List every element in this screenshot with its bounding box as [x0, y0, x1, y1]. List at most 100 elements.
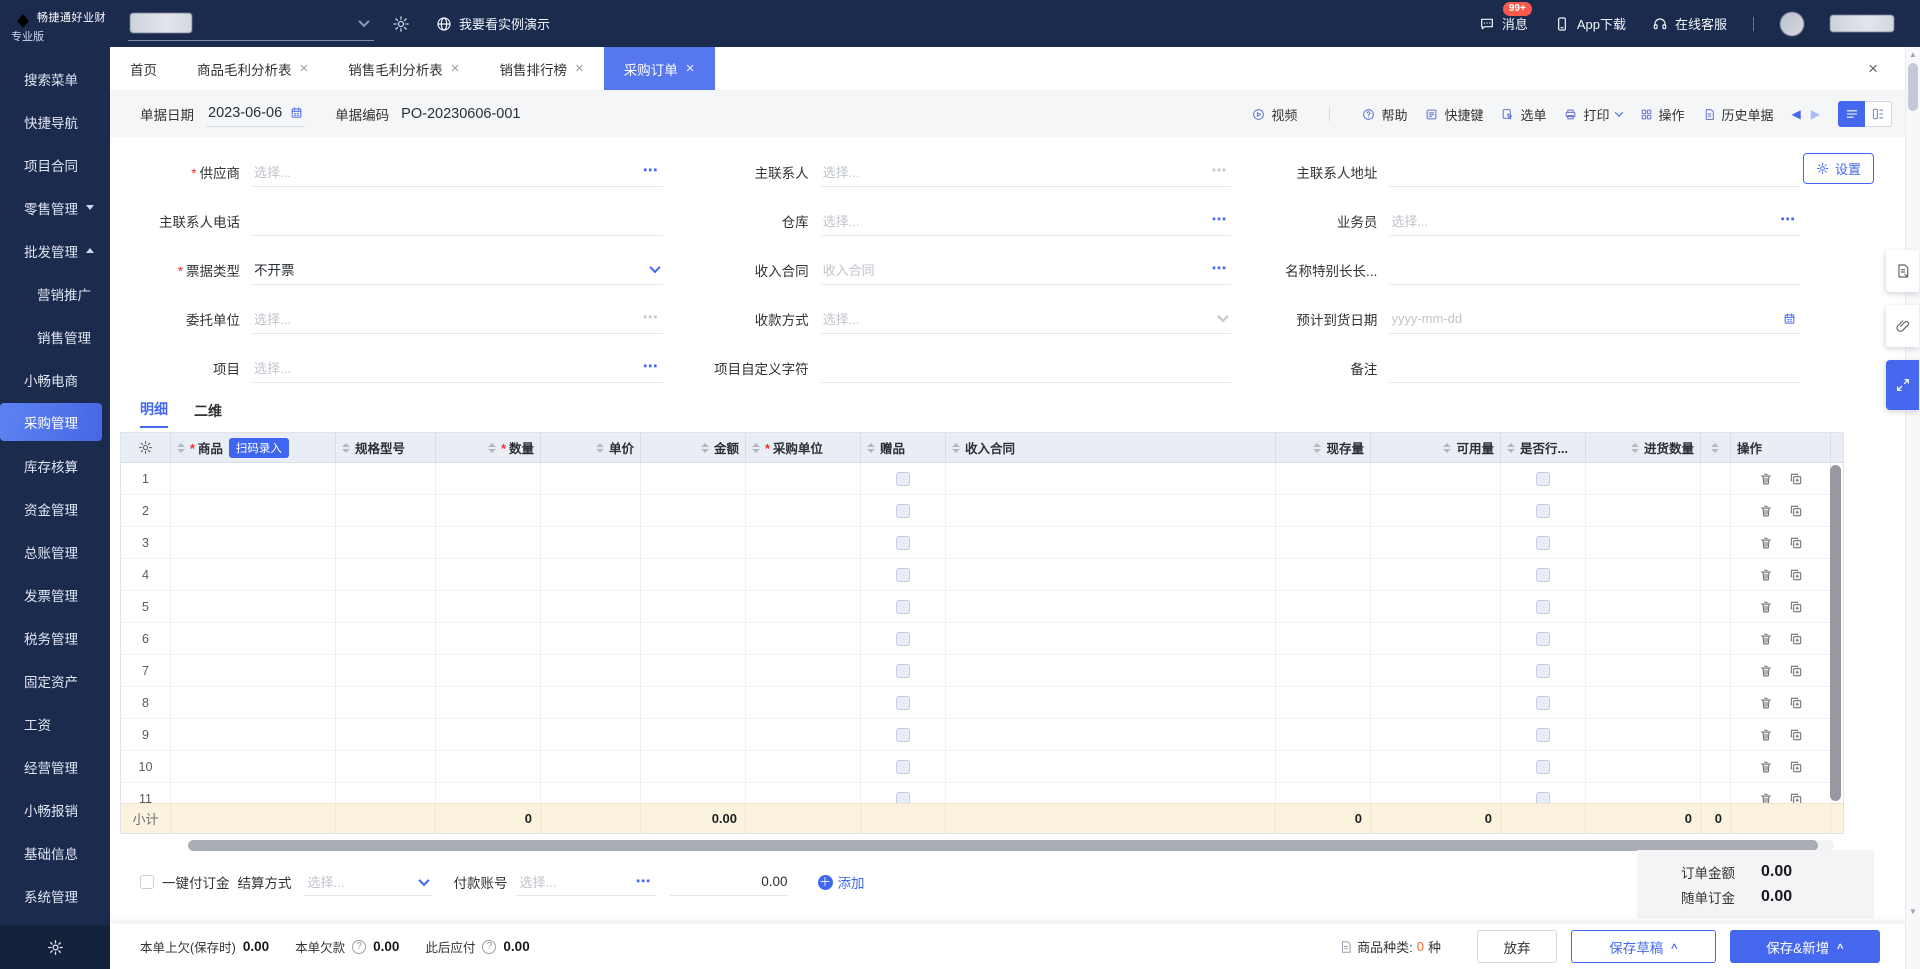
table-cell[interactable]	[1701, 783, 1731, 803]
save-draft-button[interactable]: 保存草稿 ∧	[1571, 930, 1716, 963]
table-cell[interactable]	[436, 719, 541, 750]
table-cell[interactable]	[861, 527, 946, 558]
field-input[interactable]: 选择... ⋯	[820, 206, 1232, 236]
table-cell[interactable]	[946, 655, 1276, 686]
table-cell[interactable]	[436, 687, 541, 718]
table-cell[interactable]	[861, 559, 946, 590]
table-cell[interactable]	[436, 623, 541, 654]
table-horizontal-scrollbar[interactable]	[188, 840, 1834, 851]
table-cell[interactable]	[1701, 495, 1731, 526]
column-header[interactable]: * 采购单位	[746, 433, 861, 462]
trash-icon[interactable]	[1759, 536, 1773, 550]
table-cell[interactable]	[1501, 655, 1586, 686]
trash-icon[interactable]	[1759, 664, 1773, 678]
checkbox[interactable]	[896, 663, 910, 678]
checkbox[interactable]	[896, 599, 910, 614]
tab[interactable]: 采购订单 ×	[603, 47, 715, 90]
table-cell[interactable]	[1586, 623, 1701, 654]
table-cell[interactable]	[436, 527, 541, 558]
copy-row-icon[interactable]	[1789, 792, 1803, 804]
checkbox[interactable]	[896, 791, 910, 803]
table-cell[interactable]	[541, 559, 641, 590]
table-cell[interactable]	[641, 783, 746, 803]
trash-icon[interactable]	[1759, 600, 1773, 614]
table-cell[interactable]	[1501, 495, 1586, 526]
table-cell[interactable]	[946, 751, 1276, 782]
checkbox[interactable]	[1536, 567, 1550, 582]
demo-link[interactable]: 我要看实例演示	[436, 14, 550, 33]
table-cell[interactable]	[1276, 559, 1371, 590]
chevron-down-icon[interactable]	[1217, 310, 1229, 323]
sort-carets[interactable]	[177, 442, 185, 453]
column-header[interactable]: 现存量	[1276, 433, 1371, 462]
checkbox[interactable]	[896, 759, 910, 774]
page-scrollbar[interactable]: ▲ ▼	[1905, 47, 1920, 969]
help-circle-icon[interactable]: ?	[482, 939, 497, 954]
tab[interactable]: 商品毛利分析表 ×	[177, 47, 328, 90]
add-payment-button[interactable]: ＋ 添加	[817, 872, 865, 892]
table-cell[interactable]	[746, 623, 861, 654]
sort-carets[interactable]	[342, 442, 350, 453]
trash-icon[interactable]	[1759, 760, 1773, 774]
table-cell[interactable]	[1701, 687, 1731, 718]
table-cell[interactable]	[171, 655, 336, 686]
table-cell[interactable]	[746, 463, 861, 494]
scroll-up-arrow[interactable]: ▲	[1906, 50, 1920, 59]
table-cell[interactable]	[946, 687, 1276, 718]
table-cell[interactable]	[541, 719, 641, 750]
checkbox[interactable]	[1536, 663, 1550, 678]
table-cell[interactable]	[1276, 687, 1371, 718]
tab-close-icon[interactable]: ×	[686, 61, 695, 76]
table-cell[interactable]	[1276, 623, 1371, 654]
table-cell[interactable]	[336, 495, 436, 526]
table-cell[interactable]	[746, 591, 861, 622]
header-settings-gear-icon[interactable]	[392, 15, 410, 33]
detail-tab[interactable]: 明细	[140, 399, 168, 428]
table-cell[interactable]	[171, 751, 336, 782]
checkbox[interactable]	[1536, 759, 1550, 774]
column-header[interactable]: 赠品	[861, 433, 946, 462]
tab[interactable]: 销售排行榜 ×	[480, 47, 604, 90]
table-cell[interactable]	[946, 719, 1276, 750]
sidebar-item[interactable]: 发票管理	[0, 573, 110, 616]
more-icon[interactable]: ⋯	[643, 359, 659, 374]
copy-row-icon[interactable]	[1789, 568, 1803, 582]
settings-button[interactable]: 设置	[1802, 153, 1874, 184]
table-cell[interactable]	[336, 687, 436, 718]
tab[interactable]: 销售毛利分析表 ×	[328, 47, 479, 90]
table-cell[interactable]	[436, 751, 541, 782]
table-cell[interactable]	[641, 591, 746, 622]
checkbox[interactable]	[1536, 535, 1550, 550]
table-cell[interactable]	[861, 591, 946, 622]
sidebar-item[interactable]: 搜索菜单	[0, 57, 110, 100]
table-cell[interactable]	[436, 655, 541, 686]
table-cell[interactable]	[946, 591, 1276, 622]
table-cell[interactable]	[641, 751, 746, 782]
table-cell[interactable]	[171, 591, 336, 622]
table-cell[interactable]	[746, 527, 861, 558]
table-cell[interactable]	[541, 751, 641, 782]
sidebar-item[interactable]: 快捷导航	[0, 100, 110, 143]
table-cell[interactable]	[541, 527, 641, 558]
table-cell[interactable]	[641, 527, 746, 558]
sidebar-item[interactable]: 销售管理	[0, 315, 110, 358]
table-cell[interactable]	[171, 783, 336, 803]
scrollbar-thumb[interactable]	[188, 840, 1818, 851]
table-cell[interactable]	[171, 463, 336, 494]
table-cell[interactable]	[1276, 463, 1371, 494]
table-cell[interactable]	[1501, 591, 1586, 622]
sort-carets[interactable]	[1443, 442, 1452, 453]
trash-icon[interactable]	[1759, 472, 1773, 486]
tab-close-icon[interactable]: ×	[575, 61, 584, 76]
chevron-down-icon[interactable]	[648, 261, 661, 274]
table-cell[interactable]	[541, 623, 641, 654]
table-cell[interactable]	[336, 559, 436, 590]
checkbox[interactable]	[1536, 599, 1550, 614]
table-cell[interactable]	[1701, 463, 1731, 494]
table-cell[interactable]	[1586, 655, 1701, 686]
sidebar-item[interactable]: 总账管理	[0, 530, 110, 573]
table-cell[interactable]	[436, 559, 541, 590]
checkbox[interactable]	[896, 567, 910, 582]
table-cell[interactable]	[1371, 719, 1501, 750]
toolbar-action[interactable]: 选单	[1501, 105, 1546, 124]
